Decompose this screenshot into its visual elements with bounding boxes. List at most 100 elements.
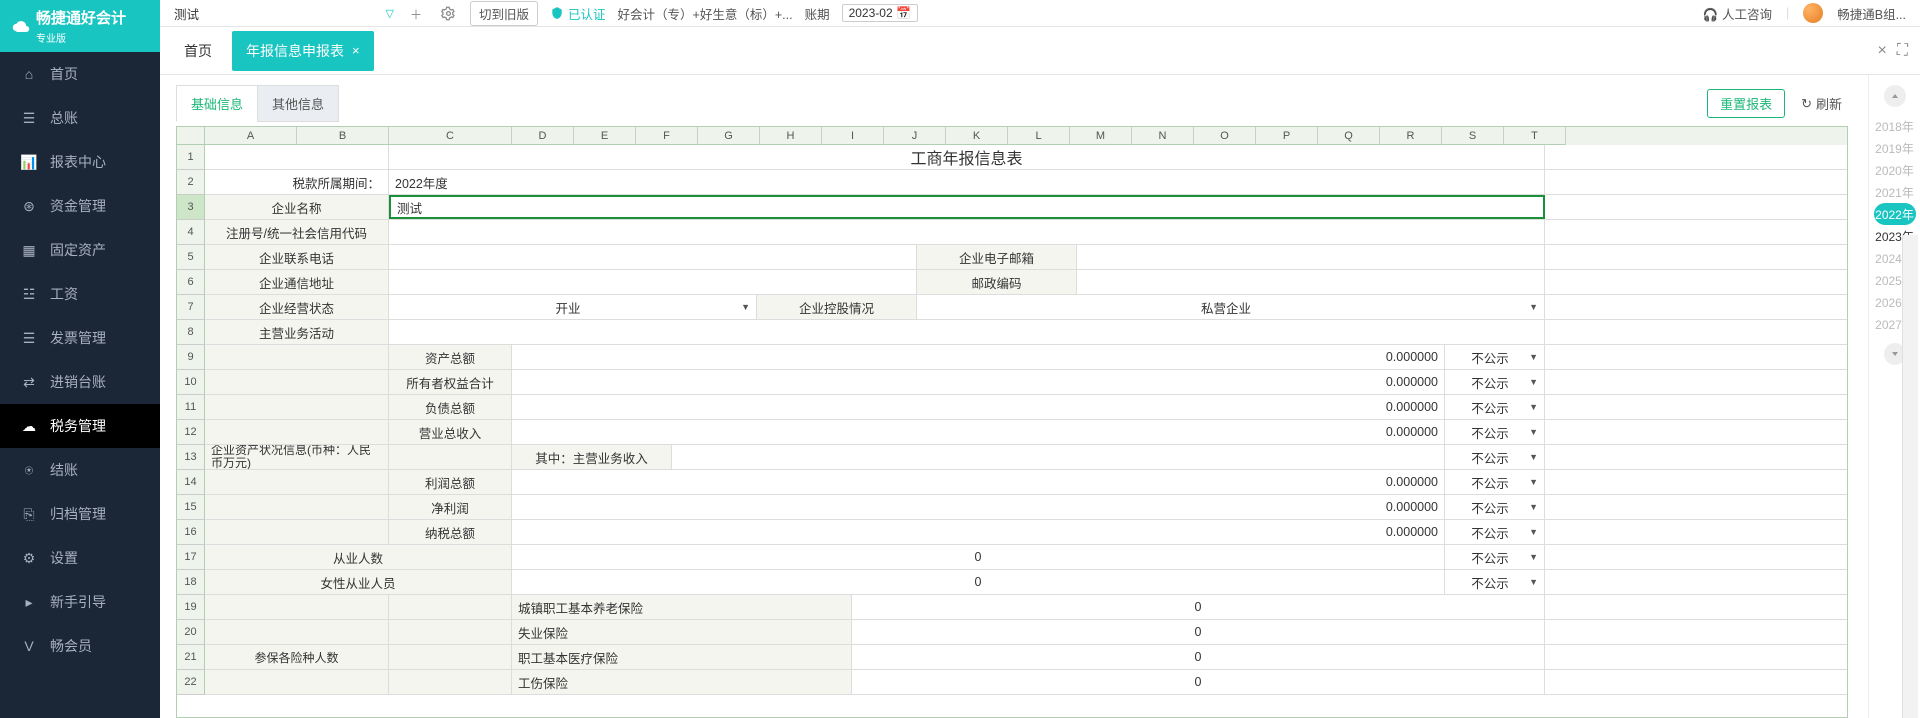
user-name[interactable]: 畅捷通B组... <box>1837 4 1906 23</box>
cell-value[interactable] <box>389 220 1545 244</box>
col-header[interactable]: N <box>1132 127 1194 145</box>
row-header[interactable]: 20 <box>177 620 205 645</box>
col-header[interactable]: D <box>512 127 574 145</box>
avatar[interactable] <box>1803 3 1823 23</box>
col-header[interactable]: T <box>1504 127 1566 145</box>
dropdown[interactable]: 不公示▼ <box>1445 520 1545 544</box>
row-header[interactable]: 19 <box>177 595 205 620</box>
row-header[interactable]: 18 <box>177 570 205 595</box>
dropdown[interactable]: 不公示▼ <box>1445 495 1545 519</box>
nav-archive[interactable]: ⎘归档管理 <box>0 492 160 536</box>
company-selector[interactable]: 测试 ▽ <box>174 4 394 23</box>
row-header[interactable]: 7 <box>177 295 205 320</box>
year-item[interactable]: 2022年 <box>1874 203 1916 225</box>
company-name-cell[interactable]: 测试 <box>389 195 1545 219</box>
year-item[interactable]: 2021年 <box>1874 181 1916 203</box>
dropdown[interactable]: 不公示▼ <box>1445 370 1545 394</box>
col-header[interactable]: B <box>297 127 389 145</box>
dropdown[interactable]: 不公示▼ <box>1445 570 1545 594</box>
row-header[interactable]: 4 <box>177 220 205 245</box>
nav-settings[interactable]: ⚙设置 <box>0 536 160 580</box>
support-link[interactable]: 🎧 人工咨询 <box>1703 4 1772 23</box>
row-header[interactable]: 13 <box>177 445 205 470</box>
row-header[interactable]: 12 <box>177 420 205 445</box>
nav-stock[interactable]: ⇄进销台账 <box>0 360 160 404</box>
row-header[interactable]: 6 <box>177 270 205 295</box>
row-header[interactable]: 11 <box>177 395 205 420</box>
col-header[interactable]: C <box>389 127 512 145</box>
select-all-corner[interactable] <box>177 127 205 145</box>
spreadsheet[interactable]: ABCDEFGHIJKLMNOPQRST 1234567891011121314… <box>176 126 1848 718</box>
dropdown[interactable]: 开业▼ <box>389 295 757 319</box>
col-header[interactable]: I <box>822 127 884 145</box>
amount-cell[interactable]: 0.000000 <box>512 520 1445 544</box>
col-header[interactable]: L <box>1008 127 1070 145</box>
row-header[interactable]: 22 <box>177 670 205 695</box>
dropdown[interactable]: 不公示▼ <box>1445 545 1545 569</box>
col-header[interactable]: A <box>205 127 297 145</box>
sheet-tab-other[interactable]: 其他信息 <box>257 85 339 122</box>
cell-value[interactable] <box>389 320 1545 344</box>
amount-cell[interactable]: 0.000000 <box>512 470 1445 494</box>
row-header[interactable]: 1 <box>177 145 205 170</box>
col-header[interactable]: S <box>1442 127 1504 145</box>
count-cell[interactable]: 0 <box>852 670 1545 694</box>
add-button[interactable]: ＋ <box>406 3 426 23</box>
row-header[interactable]: 10 <box>177 370 205 395</box>
dropdown[interactable]: 不公示▼ <box>1445 470 1545 494</box>
row-header[interactable]: 9 <box>177 345 205 370</box>
refresh-button[interactable]: ↻ 刷新 <box>1801 94 1842 113</box>
gear-icon[interactable] <box>438 3 458 23</box>
year-item[interactable]: 2020年 <box>1874 159 1916 181</box>
row-header[interactable]: 16 <box>177 520 205 545</box>
row-header[interactable]: 2 <box>177 170 205 195</box>
col-header[interactable]: J <box>884 127 946 145</box>
dropdown[interactable]: 不公示▼ <box>1445 395 1545 419</box>
row-header[interactable]: 5 <box>177 245 205 270</box>
col-header[interactable]: K <box>946 127 1008 145</box>
count-cell[interactable]: 0 <box>852 595 1545 619</box>
close-icon[interactable]: × <box>352 43 360 58</box>
col-header[interactable]: G <box>698 127 760 145</box>
cell-value[interactable] <box>1077 245 1545 269</box>
count-cell[interactable]: 0 <box>852 620 1545 644</box>
switch-old-button[interactable]: 切到旧版 <box>470 1 538 26</box>
col-header[interactable]: H <box>760 127 822 145</box>
amount-cell[interactable]: 0.000000 <box>512 370 1445 394</box>
row-header[interactable]: 15 <box>177 495 205 520</box>
reset-button[interactable]: 重置报表 <box>1707 89 1785 118</box>
nav-invoice[interactable]: ☰发票管理 <box>0 316 160 360</box>
expand-icon[interactable]: ⛶ <box>1897 42 1908 60</box>
count-cell[interactable]: 0 <box>512 545 1445 569</box>
close-all-icon[interactable]: × <box>1877 42 1886 60</box>
amount-cell[interactable]: 0.000000 <box>512 345 1445 369</box>
col-header[interactable]: P <box>1256 127 1318 145</box>
verified-badge[interactable]: 已认证 <box>550 4 606 23</box>
nav-salary[interactable]: ☳工资 <box>0 272 160 316</box>
sheet-tab-basic[interactable]: 基础信息 <box>176 85 258 122</box>
tab-annual-report[interactable]: 年报信息申报表 × <box>232 31 374 71</box>
dropdown[interactable]: 私营企业▼ <box>917 295 1545 319</box>
nav-home[interactable]: ⌂首页 <box>0 52 160 96</box>
nav-fund[interactable]: ⊛资金管理 <box>0 184 160 228</box>
count-cell[interactable]: 0 <box>852 645 1545 669</box>
amount-cell[interactable] <box>672 445 1445 469</box>
nav-close-period[interactable]: ⍟结账 <box>0 448 160 492</box>
nav-tax[interactable]: ☁税务管理 <box>0 404 160 448</box>
cell-value[interactable] <box>1077 270 1545 294</box>
year-up-button[interactable] <box>1884 85 1906 107</box>
tab-home[interactable]: 首页 <box>174 35 222 67</box>
dropdown[interactable]: 不公示▼ <box>1445 420 1545 444</box>
col-header[interactable]: M <box>1070 127 1132 145</box>
row-header[interactable]: 8 <box>177 320 205 345</box>
col-header[interactable]: O <box>1194 127 1256 145</box>
app-logo[interactable]: 畅捷通好会计 专业版 <box>0 0 160 52</box>
dropdown[interactable]: 不公示▼ <box>1445 445 1545 469</box>
amount-cell[interactable]: 0.000000 <box>512 420 1445 444</box>
col-header[interactable]: Q <box>1318 127 1380 145</box>
row-header[interactable]: 3 <box>177 195 205 220</box>
row-header[interactable]: 17 <box>177 545 205 570</box>
col-header[interactable]: F <box>636 127 698 145</box>
period-selector[interactable]: 2023-02 📅 <box>842 4 918 22</box>
dropdown[interactable]: 不公示▼ <box>1445 345 1545 369</box>
